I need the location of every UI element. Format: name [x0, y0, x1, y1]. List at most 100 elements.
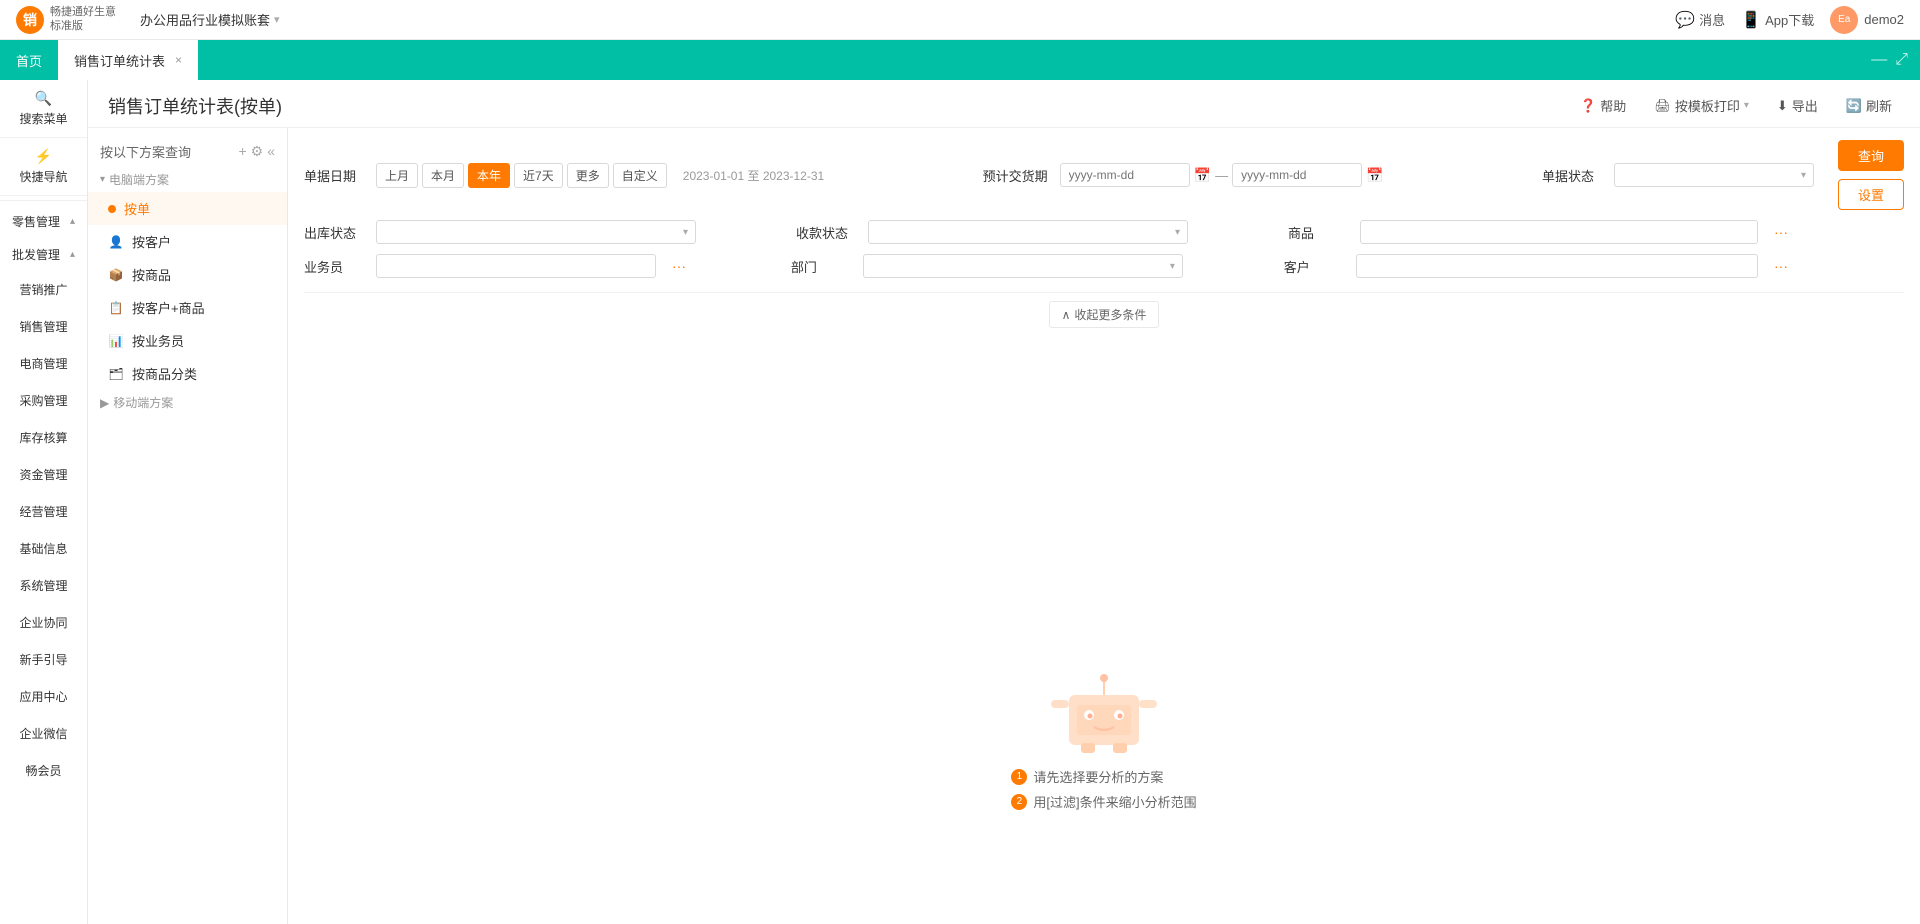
wholesale-arrow: ▴ [70, 249, 75, 260]
sidebar-search-btn[interactable]: 🔍 搜索菜单 [0, 80, 87, 137]
settings-btn[interactable]: 设置 [1838, 179, 1904, 210]
app-download-btn[interactable]: 📱 App下载 [1741, 10, 1814, 30]
main-layout: 🔍 搜索菜单 ⚡ 快捷导航 零售管理 ▴ 批发管理 ▴ 营销推广 销售管理 电商… [0, 80, 1920, 924]
empty-step-1: 1 请先选择要分析的方案 [1011, 767, 1196, 786]
sidebar: 🔍 搜索菜单 ⚡ 快捷导航 零售管理 ▴ 批发管理 ▴ 营销推广 销售管理 电商… [0, 80, 88, 924]
out-status-wrapper: ▾ [376, 220, 696, 244]
user-profile-btn[interactable]: Ea demo2 [1830, 6, 1904, 34]
sidebar-item-purchase[interactable]: 采购管理 [0, 382, 87, 419]
header-left: 销 畅捷通好生意 标准版 办公用品行业模拟账套 ▾ [16, 6, 280, 34]
calendar-icon-end[interactable]: 📅 [1366, 167, 1383, 184]
logo-icon: 销 [16, 6, 44, 34]
scheme-collapse-btn[interactable]: « [267, 143, 275, 160]
sidebar-item-finance[interactable]: 资金管理 [0, 456, 87, 493]
date-btn-last7[interactable]: 近7天 [514, 163, 563, 188]
help-icon: ❓ [1580, 98, 1596, 114]
salesperson-label: 业务员 [304, 257, 364, 276]
sidebar-item-sales[interactable]: 销售管理 [0, 308, 87, 345]
scheme-section-pc: ▾ 电脑端方案 [88, 167, 287, 192]
window-maximize-btn[interactable]: ⤢ [1895, 51, 1908, 69]
tab-sales-order-stat[interactable]: 销售订单统计表 × [58, 40, 198, 80]
sidebar-item-system[interactable]: 系统管理 [0, 567, 87, 604]
scheme-item-by-salesperson[interactable]: 📊 按业务员 [88, 324, 287, 357]
scheme-section-mobile: ▶ 移动端方案 [88, 390, 287, 415]
window-minimize-btn[interactable]: — [1871, 51, 1887, 69]
dept-select[interactable] [863, 254, 1183, 278]
print-btn[interactable]: 🖨 按模板打印 ▾ [1646, 92, 1757, 119]
scheme-add-btn[interactable]: + [238, 143, 246, 160]
tab-home[interactable]: 首页 [0, 40, 58, 80]
empty-state: 1 请先选择要分析的方案 2 用[过滤]条件来缩小分析范围 [288, 538, 1920, 924]
customer-label: 客户 [1284, 257, 1344, 276]
tab-bar: 首页 销售订单统计表 × — ⤢ [0, 40, 1920, 80]
tab-bar-actions: — ⤢ [1871, 51, 1920, 69]
sidebar-item-basic[interactable]: 基础信息 [0, 530, 87, 567]
tab-close-btn[interactable]: × [175, 53, 182, 67]
date-btn-thismonth[interactable]: 本月 [422, 163, 464, 188]
custprod-scheme-icon: 📋 [108, 300, 124, 316]
receipt-status-wrapper: ▾ [868, 220, 1188, 244]
date-range-display: 2023-01-01 至 2023-12-31 [683, 167, 824, 184]
filter-row-2: 出库状态 ▾ 收款状态 ▾ 商品 [304, 220, 1904, 244]
dept-wrapper: ▾ [863, 254, 1183, 278]
sidebar-item-wholesale[interactable]: 批发管理 ▴ [0, 238, 87, 271]
product-dots-btn[interactable]: ··· [1770, 224, 1792, 240]
sidebar-item-inventory[interactable]: 库存核算 [0, 419, 87, 456]
category-scheme-icon: 🗂 [108, 366, 124, 382]
sidebar-item-retail[interactable]: 零售管理 ▴ [0, 205, 87, 238]
sidebar-item-marketing[interactable]: 营销推广 [0, 271, 87, 308]
sidebar-item-appcenter[interactable]: 应用中心 [0, 678, 87, 715]
logo-area: 销 畅捷通好生意 标准版 [16, 6, 116, 34]
query-btn[interactable]: 查询 [1838, 140, 1904, 171]
sidebar-item-enterprise[interactable]: 企业协同 [0, 604, 87, 641]
sidebar-item-newbie[interactable]: 新手引导 [0, 641, 87, 678]
scheme-settings-btn[interactable]: ⚙ [251, 143, 264, 160]
export-btn[interactable]: ⬇ 导出 [1769, 92, 1826, 119]
top-header: 销 畅捷通好生意 标准版 办公用品行业模拟账套 ▾ 💬 消息 📱 App下载 E… [0, 0, 1920, 40]
receipt-status-select[interactable] [868, 220, 1188, 244]
out-status-select[interactable] [376, 220, 696, 244]
out-status-label: 出库状态 [304, 223, 364, 242]
date-btn-more[interactable]: 更多 [567, 163, 609, 188]
date-btn-lastmonth[interactable]: 上月 [376, 163, 418, 188]
filter-action-btns: 查询 设置 [1826, 140, 1904, 210]
customer-input[interactable] [1356, 254, 1758, 278]
filter-row-3: 业务员 ··· 部门 ▾ 客户 ··· [304, 254, 1904, 278]
sidebar-item-quicknav[interactable]: ⚡ 快捷导航 [0, 138, 87, 195]
collapse-btn[interactable]: ∧ 收起更多条件 [1049, 301, 1160, 328]
export-icon: ⬇ [1777, 98, 1788, 114]
scheme-dot-icon [108, 205, 116, 213]
content-area: 销售订单统计表(按单) ❓ 帮助 🖨 按模板打印 ▾ ⬇ 导出 🔄 刷新 [88, 80, 1920, 924]
refresh-btn[interactable]: 🔄 刷新 [1838, 92, 1900, 119]
date-btn-thisyear[interactable]: 本年 [468, 163, 510, 188]
help-btn[interactable]: ❓ 帮助 [1572, 92, 1634, 119]
salesperson-input[interactable] [376, 254, 656, 278]
scheme-item-by-customer[interactable]: 👤 按客户 [88, 225, 287, 258]
sidebar-item-operation[interactable]: 经营管理 [0, 493, 87, 530]
sidebar-item-corpwechat[interactable]: 企业微信 [0, 715, 87, 752]
empty-svg [1039, 645, 1169, 755]
breadcrumb[interactable]: 办公用品行业模拟账套 ▾ [140, 10, 280, 29]
expected-date-start[interactable] [1060, 163, 1190, 187]
expected-date-end[interactable] [1232, 163, 1362, 187]
status-select[interactable] [1614, 163, 1814, 187]
dept-label: 部门 [791, 257, 851, 276]
calendar-icon-start[interactable]: 📅 [1194, 167, 1211, 184]
scheme-item-by-order[interactable]: 按单 [88, 192, 287, 225]
sidebar-item-ecommerce[interactable]: 电商管理 [0, 345, 87, 382]
message-btn[interactable]: 💬 消息 [1675, 10, 1725, 30]
customer-dots-btn[interactable]: ··· [1770, 258, 1792, 274]
scheme-item-by-product[interactable]: 📦 按商品 [88, 258, 287, 291]
date-btn-custom[interactable]: 自定义 [613, 163, 667, 188]
scheme-item-by-customer-product[interactable]: 📋 按客户+商品 [88, 291, 287, 324]
product-input[interactable] [1360, 220, 1758, 244]
scheme-item-by-category[interactable]: 🗂 按商品分类 [88, 357, 287, 390]
step1-num: 1 [1011, 769, 1027, 785]
retail-arrow: ▴ [70, 216, 75, 227]
refresh-icon: 🔄 [1846, 98, 1862, 114]
empty-illustration [1039, 645, 1169, 755]
sidebar-item-member[interactable]: 畅会员 [0, 752, 87, 789]
app-download-icon: 📱 [1741, 10, 1761, 30]
salesperson-dots-btn[interactable]: ··· [668, 258, 690, 274]
scheme-panel-header: 按以下方案查询 + ⚙ « [88, 136, 287, 167]
